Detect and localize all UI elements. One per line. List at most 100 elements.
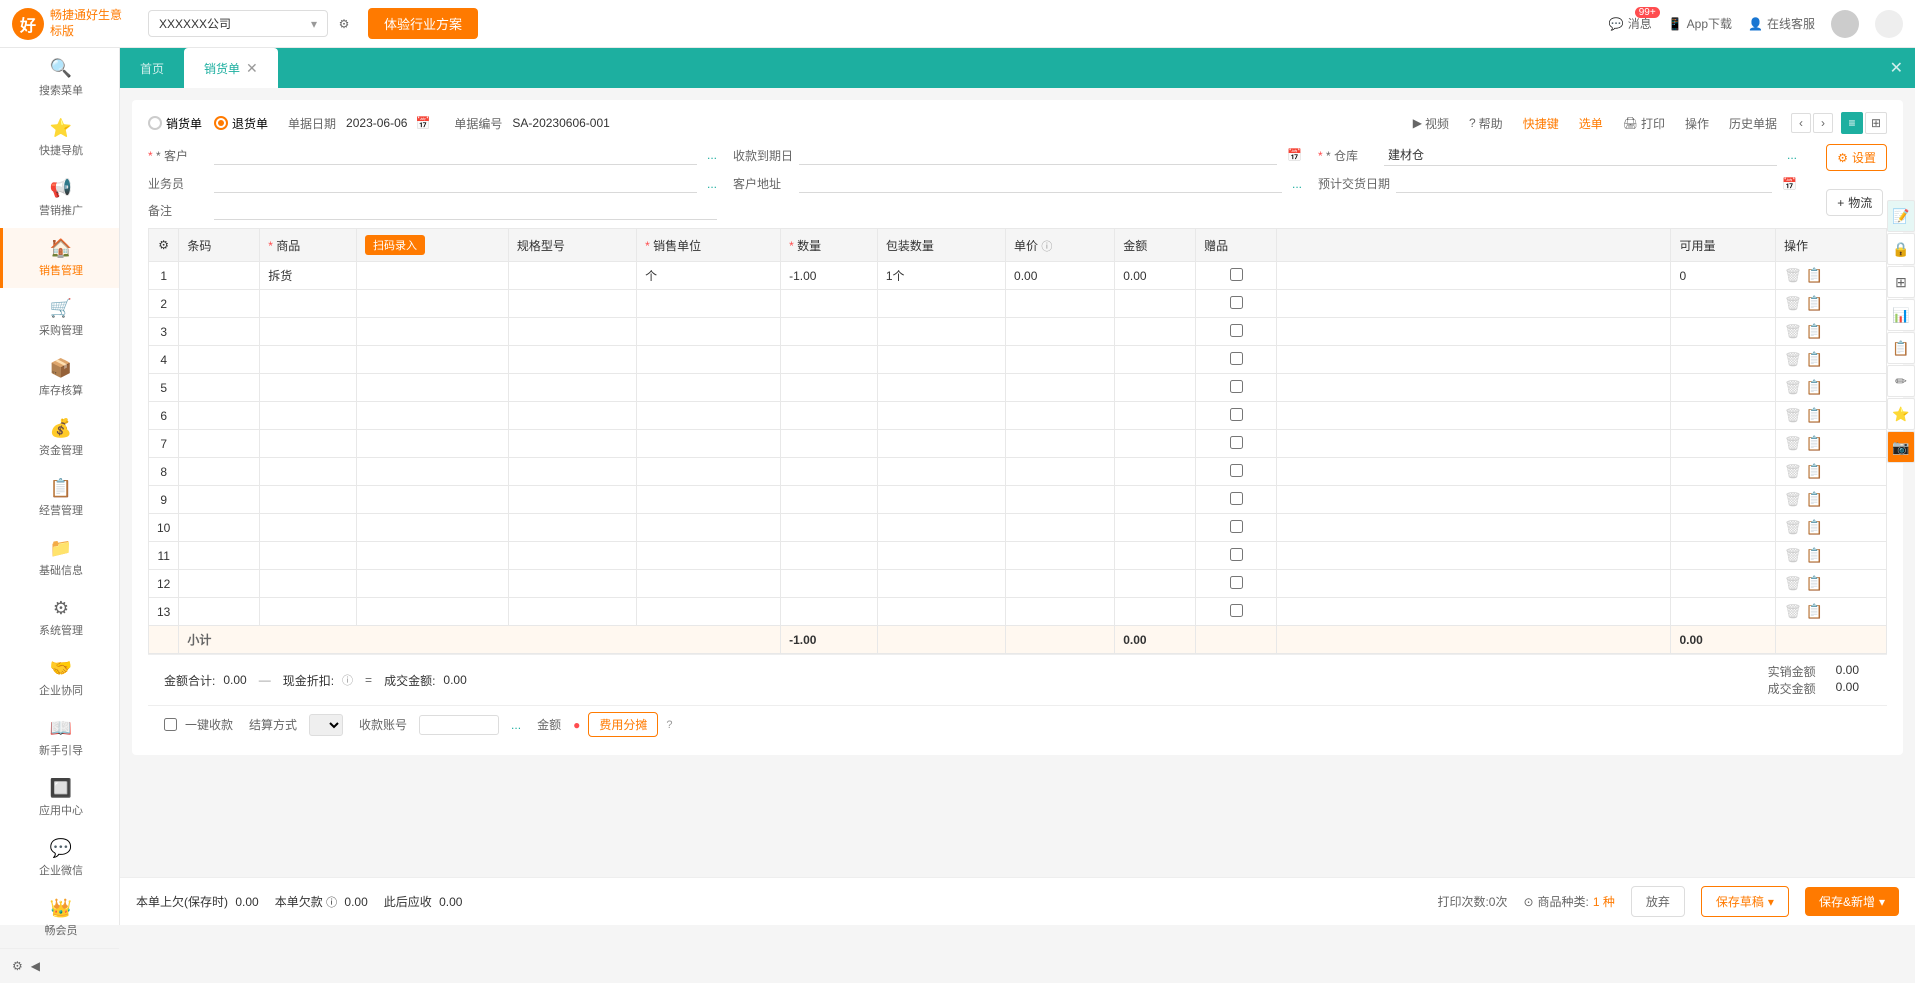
account-input[interactable]	[419, 715, 499, 735]
unit-1[interactable]: 个	[637, 262, 781, 290]
trial-button[interactable]: 体验行业方案	[368, 8, 478, 39]
right-action-7[interactable]: ⭐	[1887, 398, 1915, 430]
app-download-button[interactable]: 📱 App下载	[1668, 15, 1732, 32]
scan-button[interactable]: 扫码录入	[365, 235, 425, 255]
copy-icon-4[interactable]: 📋	[1806, 351, 1823, 368]
customer-dots[interactable]: ...	[707, 148, 717, 162]
customer-address-dots[interactable]: ...	[1292, 177, 1302, 191]
delete-icon-4[interactable]: 🗑	[1784, 351, 1802, 368]
next-arrow[interactable]: ›	[1813, 113, 1833, 133]
grid-view-btn[interactable]: ⊞	[1865, 112, 1887, 134]
help-btn[interactable]: ? 帮助	[1463, 113, 1509, 134]
qty-1[interactable]: -1.00	[781, 262, 878, 290]
prev-arrow[interactable]: ‹	[1791, 113, 1811, 133]
price-1[interactable]: 0.00	[1006, 262, 1115, 290]
form-settings-button[interactable]: ⚙ 设置	[1826, 144, 1887, 171]
delete-icon-1[interactable]: 🗑	[1784, 267, 1802, 284]
sidebar-item-operations[interactable]: 📋 经营管理	[0, 468, 119, 528]
delete-icon-7[interactable]: 🗑	[1784, 435, 1802, 452]
collapse-icon[interactable]: ◀	[31, 959, 40, 973]
calendar-icon[interactable]: 📅	[415, 116, 430, 130]
sidebar-item-search[interactable]: 🔍 搜索菜单	[0, 48, 119, 108]
copy-icon-13[interactable]: 📋	[1806, 603, 1823, 620]
delete-icon-6[interactable]: 🗑	[1784, 407, 1802, 424]
radio-return[interactable]: 退货单	[214, 115, 268, 132]
right-action-5[interactable]: 📋	[1887, 332, 1915, 364]
sidebar-item-enterprise[interactable]: 🤝 企业协同	[0, 648, 119, 708]
right-action-2[interactable]: 🔒	[1887, 233, 1915, 265]
settings-gear-icon[interactable]: ⚙	[12, 959, 23, 973]
user-avatar[interactable]	[1831, 10, 1859, 38]
account-dots[interactable]: ...	[511, 718, 521, 732]
message-button[interactable]: 💬 消息 99+	[1609, 15, 1652, 32]
customer-input[interactable]	[214, 146, 697, 165]
fee-split-button[interactable]: 费用分摊	[588, 712, 658, 737]
copy-icon-11[interactable]: 📋	[1806, 547, 1823, 564]
sidebar-item-apps[interactable]: 🔲 应用中心	[0, 768, 119, 828]
tab-close-all-icon[interactable]: ✕	[1890, 58, 1903, 78]
shortcut-btn[interactable]: 快捷键	[1517, 113, 1565, 134]
copy-icon-8[interactable]: 📋	[1806, 463, 1823, 480]
sidebar-item-member[interactable]: 👑 畅会员	[0, 888, 119, 948]
tab-sales-order[interactable]: 销货单 ✕	[184, 48, 278, 88]
radio-sales[interactable]: 销货单	[148, 115, 202, 132]
customer-address-input[interactable]	[799, 174, 1282, 193]
payment-due-input[interactable]	[799, 146, 1277, 165]
delete-icon-12[interactable]: 🗑	[1784, 575, 1802, 592]
salesperson-input[interactable]	[214, 174, 697, 193]
save-new-button[interactable]: 保存&新增 ▾	[1805, 887, 1899, 916]
operate-btn[interactable]: 操作	[1679, 113, 1715, 134]
copy-icon-7[interactable]: 📋	[1806, 435, 1823, 452]
sidebar-item-finance[interactable]: 💰 资金管理	[0, 408, 119, 468]
copy-icon-2[interactable]: 📋	[1806, 295, 1823, 312]
sidebar-item-sales[interactable]: 🏠 销售管理	[0, 228, 119, 288]
salesperson-dots[interactable]: ...	[707, 177, 717, 191]
delete-icon-3[interactable]: 🗑	[1784, 323, 1802, 340]
tab-home[interactable]: 首页	[120, 48, 184, 88]
list-view-btn[interactable]: ≡	[1841, 112, 1863, 134]
sidebar-item-purchase[interactable]: 🛒 采购管理	[0, 288, 119, 348]
copy-icon-1[interactable]: 📋	[1806, 267, 1823, 284]
history-btn[interactable]: 历史单据	[1723, 113, 1783, 134]
delete-icon-9[interactable]: 🗑	[1784, 491, 1802, 508]
col-settings[interactable]: ⚙	[149, 229, 179, 262]
sidebar-item-system[interactable]: ⚙ 系统管理	[0, 588, 119, 648]
right-action-8[interactable]: 📷	[1887, 431, 1915, 463]
expected-date-input[interactable]	[1396, 174, 1772, 193]
copy-icon-5[interactable]: 📋	[1806, 379, 1823, 396]
delete-icon-11[interactable]: 🗑	[1784, 547, 1802, 564]
expected-date-calendar-icon[interactable]: 📅	[1782, 177, 1797, 191]
right-action-4[interactable]: 📊	[1887, 299, 1915, 331]
sidebar-item-shortcut[interactable]: ⭐ 快捷导航	[0, 108, 119, 168]
settings-icon[interactable]: ⚙	[328, 8, 360, 40]
select-btn[interactable]: 选单	[1573, 113, 1609, 134]
copy-icon-12[interactable]: 📋	[1806, 575, 1823, 592]
payment-method-select[interactable]	[309, 714, 343, 736]
copy-icon-3[interactable]: 📋	[1806, 323, 1823, 340]
sidebar-item-marketing[interactable]: 📢 营销推广	[0, 168, 119, 228]
right-action-3[interactable]: ⊞	[1887, 266, 1915, 298]
copy-icon-6[interactable]: 📋	[1806, 407, 1823, 424]
delete-icon-13[interactable]: 🗑	[1784, 603, 1802, 620]
payment-due-calendar-icon[interactable]: 📅	[1287, 148, 1302, 162]
save-draft-button[interactable]: 保存草稿 ▾	[1701, 886, 1789, 917]
sidebar-item-inventory[interactable]: 📦 库存核算	[0, 348, 119, 408]
right-action-1[interactable]: 📝	[1887, 200, 1915, 232]
product-1[interactable]: 拆货	[260, 262, 357, 290]
sidebar-item-wecom[interactable]: 💬 企业微信	[0, 828, 119, 888]
notes-input[interactable]	[214, 201, 717, 220]
one-click-payment-checkbox[interactable]	[164, 718, 177, 731]
delete-icon-2[interactable]: 🗑	[1784, 295, 1802, 312]
discard-button[interactable]: 放弃	[1631, 886, 1685, 917]
pkg-qty-1[interactable]: 1个	[877, 262, 1005, 290]
copy-icon-9[interactable]: 📋	[1806, 491, 1823, 508]
right-action-6[interactable]: ✏	[1887, 365, 1915, 397]
copy-icon-10[interactable]: 📋	[1806, 519, 1823, 536]
company-selector[interactable]: XXXXXX公司 ▾	[148, 10, 328, 37]
delete-icon-10[interactable]: 🗑	[1784, 519, 1802, 536]
gift-1[interactable]	[1196, 262, 1277, 290]
logistics-button[interactable]: + 物流	[1826, 189, 1883, 216]
sidebar-item-basic[interactable]: 📁 基础信息	[0, 528, 119, 588]
sidebar-item-guide[interactable]: 📖 新手引导	[0, 708, 119, 768]
delete-icon-5[interactable]: 🗑	[1784, 379, 1802, 396]
